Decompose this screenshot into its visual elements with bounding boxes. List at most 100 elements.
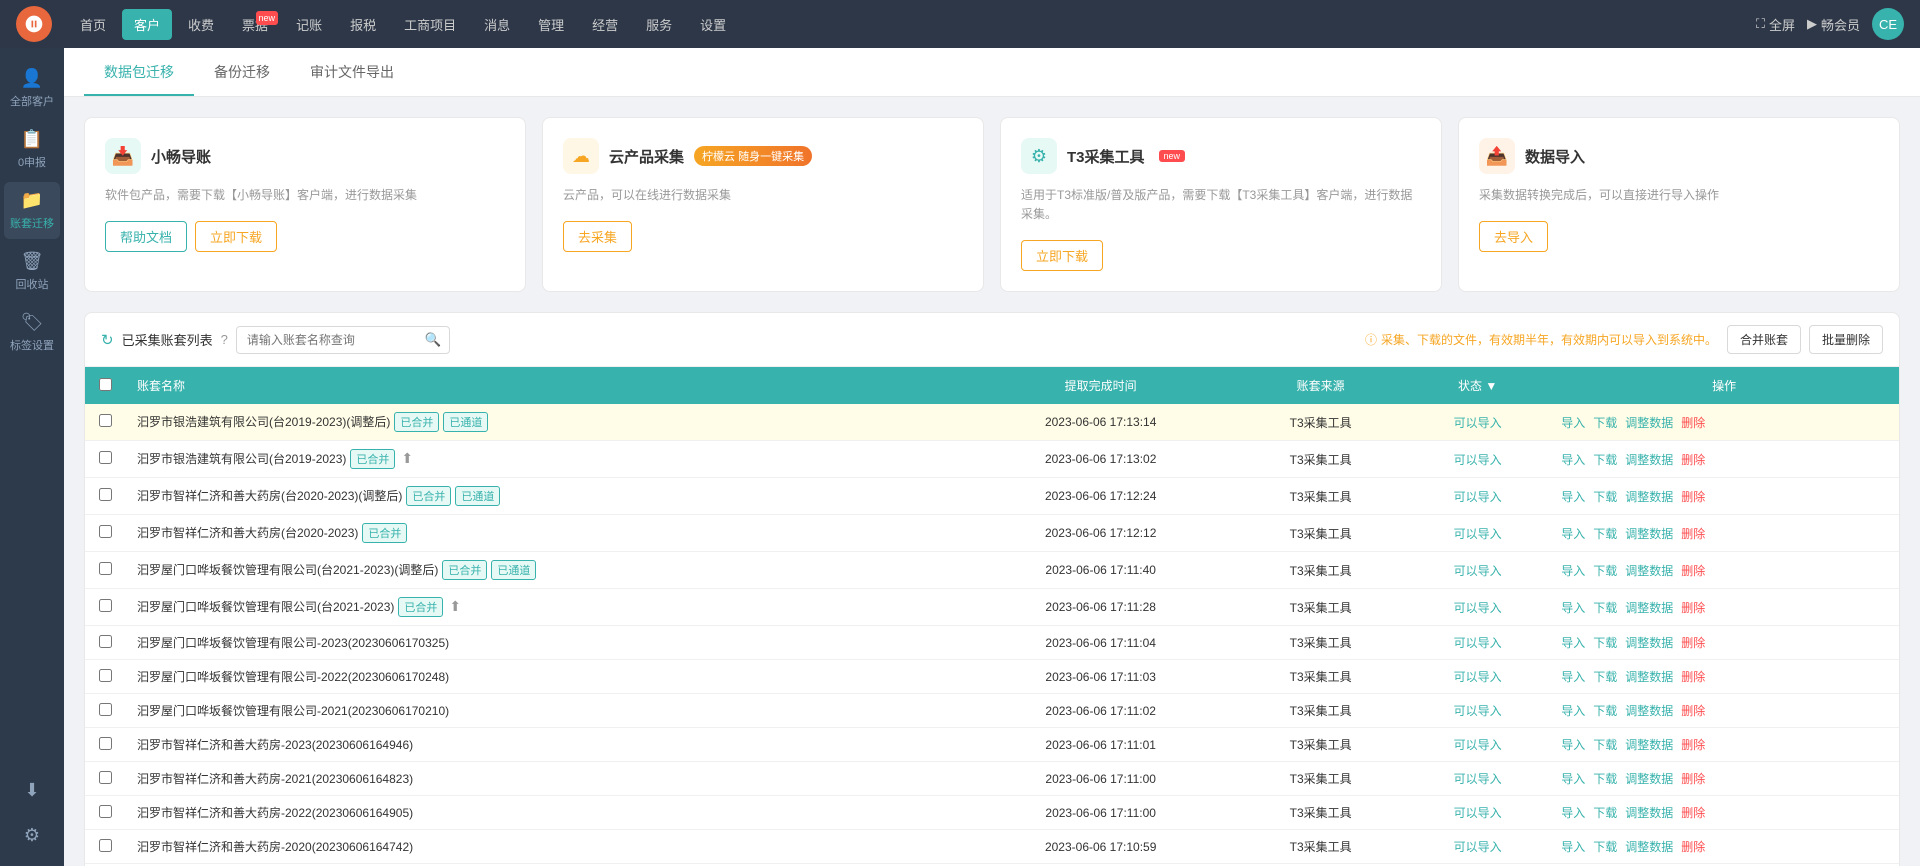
action-btn-下载[interactable]: 下载 [1593,704,1617,718]
action-btn-调整数据[interactable]: 调整数据 [1625,453,1673,467]
row-checkbox[interactable] [99,488,112,501]
sidebar-settings-icon[interactable]: ⚙ [16,817,48,854]
action-btn-导入[interactable]: 导入 [1561,564,1585,578]
nav-setting[interactable]: 设置 [688,9,738,40]
row-checkbox[interactable] [99,669,112,682]
row-checkbox[interactable] [99,599,112,612]
action-btn-删除[interactable]: 删除 [1681,601,1705,615]
action-btn-删除[interactable]: 删除 [1681,840,1705,854]
xiaochang-help-btn[interactable]: 帮助文档 [105,221,187,252]
action-btn-下载[interactable]: 下载 [1593,564,1617,578]
sidebar-item-account-migration[interactable]: 📁 账套迁移 [4,182,60,239]
action-btn-调整数据[interactable]: 调整数据 [1625,564,1673,578]
row-checkbox[interactable] [99,737,112,750]
action-btn-调整数据[interactable]: 调整数据 [1625,416,1673,430]
action-btn-导入[interactable]: 导入 [1561,490,1585,504]
action-btn-导入[interactable]: 导入 [1561,636,1585,650]
row-checkbox[interactable] [99,562,112,575]
import-go-btn[interactable]: 去导入 [1479,221,1548,252]
nav-home[interactable]: 首页 [68,9,118,40]
row-checkbox[interactable] [99,525,112,538]
cloud-upload-icon[interactable]: ⬆ [401,450,413,466]
action-btn-调整数据[interactable]: 调整数据 [1625,601,1673,615]
nav-customer[interactable]: 客户 [122,9,172,40]
action-btn-调整数据[interactable]: 调整数据 [1625,670,1673,684]
row-checkbox[interactable] [99,805,112,818]
action-btn-删除[interactable]: 删除 [1681,670,1705,684]
batch-delete-button[interactable]: 批量删除 [1809,325,1883,354]
member-button[interactable]: ▶ 畅会员 [1807,15,1860,34]
nav-message[interactable]: 消息 [472,9,522,40]
action-btn-删除[interactable]: 删除 [1681,527,1705,541]
action-btn-下载[interactable]: 下载 [1593,840,1617,854]
action-btn-导入[interactable]: 导入 [1561,840,1585,854]
sidebar-item-recycle[interactable]: 🗑 回收站 [4,243,60,300]
action-btn-下载[interactable]: 下载 [1593,806,1617,820]
action-btn-调整数据[interactable]: 调整数据 [1625,527,1673,541]
action-btn-删除[interactable]: 删除 [1681,806,1705,820]
row-checkbox[interactable] [99,703,112,716]
row-checkbox[interactable] [99,451,112,464]
row-checkbox[interactable] [99,414,112,427]
tab-data-migration[interactable]: 数据包迁移 [84,48,194,96]
action-btn-删除[interactable]: 删除 [1681,490,1705,504]
action-btn-导入[interactable]: 导入 [1561,670,1585,684]
tab-audit-export[interactable]: 审计文件导出 [290,48,414,96]
action-btn-删除[interactable]: 删除 [1681,772,1705,786]
search-button[interactable]: 🔍 [417,327,450,353]
nav-fee[interactable]: 收费 [176,9,226,40]
row-checkbox[interactable] [99,635,112,648]
nav-manage[interactable]: 管理 [526,9,576,40]
action-btn-导入[interactable]: 导入 [1561,806,1585,820]
action-btn-调整数据[interactable]: 调整数据 [1625,806,1673,820]
action-btn-下载[interactable]: 下载 [1593,416,1617,430]
row-checkbox[interactable] [99,839,112,852]
nav-invoice[interactable]: 票据 new [230,9,280,40]
nav-service[interactable]: 服务 [634,9,684,40]
search-input[interactable] [237,328,417,352]
sidebar-item-tag-settings[interactable]: 🏷 标签设置 [4,304,60,361]
action-btn-删除[interactable]: 删除 [1681,416,1705,430]
nav-business[interactable]: 工商项目 [392,9,468,40]
action-btn-导入[interactable]: 导入 [1561,772,1585,786]
row-checkbox[interactable] [99,771,112,784]
action-btn-删除[interactable]: 删除 [1681,738,1705,752]
action-btn-下载[interactable]: 下载 [1593,601,1617,615]
action-btn-下载[interactable]: 下载 [1593,670,1617,684]
action-btn-下载[interactable]: 下载 [1593,490,1617,504]
action-btn-删除[interactable]: 删除 [1681,564,1705,578]
help-icon[interactable]: ? [221,332,228,347]
cloud-upload-icon[interactable]: ⬆ [449,598,461,614]
sidebar-download-icon[interactable]: ⬇ [16,772,47,809]
action-btn-调整数据[interactable]: 调整数据 [1625,636,1673,650]
action-btn-下载[interactable]: 下载 [1593,527,1617,541]
xiaochang-download-btn[interactable]: 立即下载 [195,221,277,252]
merge-button[interactable]: 合并账套 [1727,325,1801,354]
refresh-icon[interactable]: ↻ [101,331,114,349]
action-btn-下载[interactable]: 下载 [1593,772,1617,786]
action-btn-导入[interactable]: 导入 [1561,738,1585,752]
action-btn-调整数据[interactable]: 调整数据 [1625,490,1673,504]
action-btn-调整数据[interactable]: 调整数据 [1625,704,1673,718]
action-btn-下载[interactable]: 下载 [1593,636,1617,650]
action-btn-删除[interactable]: 删除 [1681,453,1705,467]
nav-tax[interactable]: 报税 [338,9,388,40]
nav-bookkeeping[interactable]: 记账 [284,9,334,40]
t3-download-btn[interactable]: 立即下载 [1021,240,1103,271]
action-btn-导入[interactable]: 导入 [1561,601,1585,615]
action-btn-导入[interactable]: 导入 [1561,527,1585,541]
action-btn-导入[interactable]: 导入 [1561,704,1585,718]
action-btn-导入[interactable]: 导入 [1561,416,1585,430]
action-btn-删除[interactable]: 删除 [1681,704,1705,718]
fullscreen-button[interactable]: ⛶ 全屏 [1756,15,1795,34]
action-btn-调整数据[interactable]: 调整数据 [1625,772,1673,786]
action-btn-下载[interactable]: 下载 [1593,738,1617,752]
sidebar-item-all-clients[interactable]: 👤 全部客户 [4,60,60,117]
select-all-checkbox[interactable] [99,378,112,391]
action-btn-删除[interactable]: 删除 [1681,636,1705,650]
nav-operation[interactable]: 经营 [580,9,630,40]
cloud-collect-btn[interactable]: 去采集 [563,221,632,252]
sidebar-item-zero-report[interactable]: 📋 0申报 [4,121,60,178]
action-btn-调整数据[interactable]: 调整数据 [1625,840,1673,854]
user-avatar[interactable]: CE [1872,8,1904,40]
